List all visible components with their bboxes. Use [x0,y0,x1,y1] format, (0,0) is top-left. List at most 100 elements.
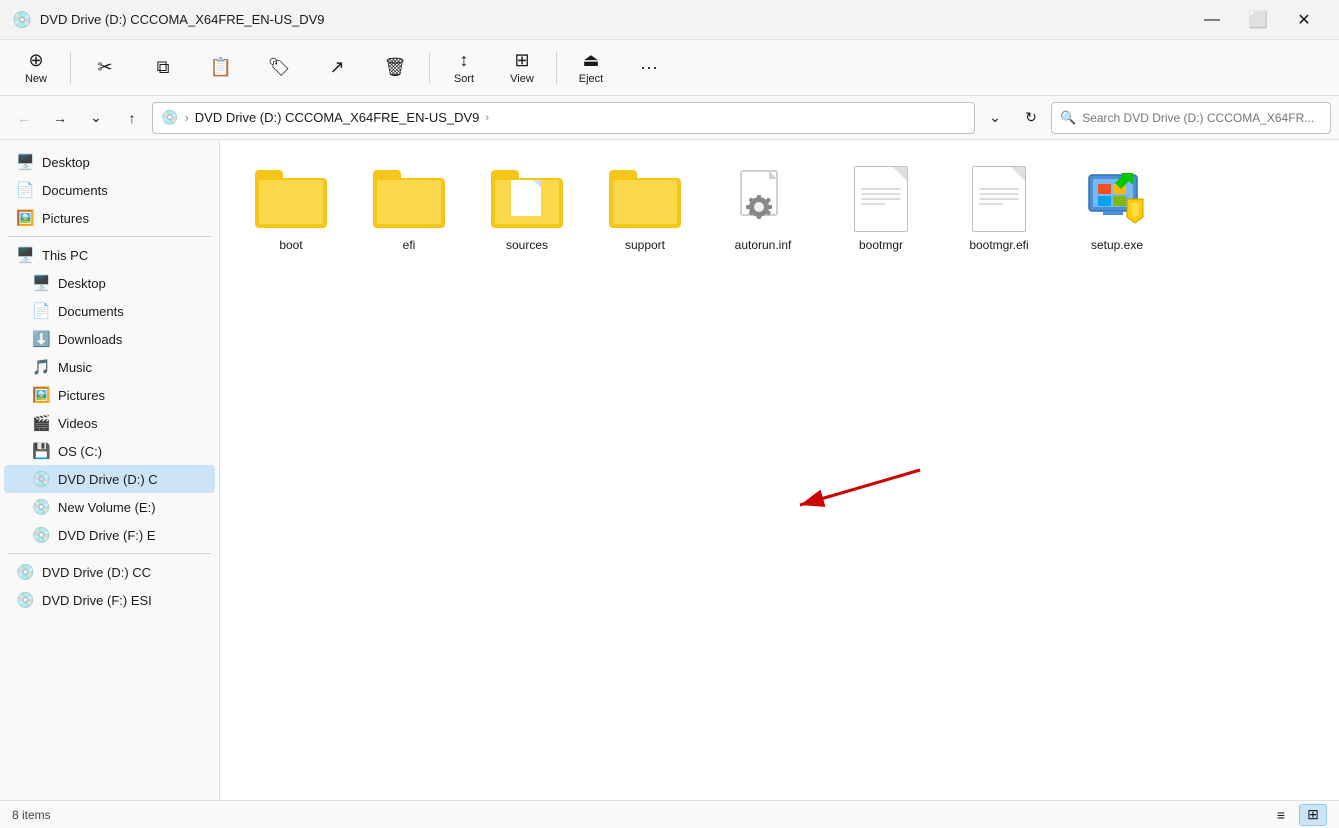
new-volume-icon: 💿 [32,498,50,516]
sidebar-item-videos[interactable]: 🎬 Videos [4,409,215,437]
sidebar-item-pictures[interactable]: 🖼️ Pictures [4,381,215,409]
sidebar-item-label: Pictures [42,211,89,226]
dvd-d-root-icon: 💿 [16,563,34,581]
file-item-support[interactable]: support [590,156,700,260]
sidebar-item-label: OS (C:) [58,444,102,459]
documents-quick-icon: 📄 [16,181,34,199]
view-toggle-group: ≡ ⊞ [1267,804,1327,826]
setup-label: setup.exe [1091,238,1143,252]
back-button[interactable]: ← [8,102,40,134]
rename-icon: 🏷 [268,57,291,78]
sidebar-item-desktop-quick[interactable]: 🖥️ Desktop [4,148,215,176]
address-drive-icon: 💿 [161,109,178,126]
search-box[interactable]: 🔍 [1051,102,1331,134]
dvd-f-icon: 💿 [32,526,50,544]
window-title: DVD Drive (D:) CCCOMA_X64FRE_EN-US_DV9 [40,12,1189,27]
details-view-button[interactable]: ≡ [1267,804,1295,826]
file-item-boot[interactable]: boot [236,156,346,260]
file-item-autorun[interactable]: autorun.inf [708,156,818,260]
sidebar-item-dvd-d-root[interactable]: 💿 DVD Drive (D:) CC [4,558,215,586]
copy-icon: ⧉ [157,57,170,78]
sort-button[interactable]: ↕ Sort [436,44,492,92]
sidebar-item-pictures-quick[interactable]: 🖼️ Pictures [4,204,215,232]
bootmgr-label: bootmgr [859,238,903,252]
desktop-quick-icon: 🖥️ [16,153,34,171]
sidebar-item-label: Desktop [42,155,90,170]
file-item-setup[interactable]: setup.exe [1062,156,1172,260]
sidebar-item-label: Documents [58,304,124,319]
file-item-sources[interactable]: sources [472,156,582,260]
sidebar-item-label: Music [58,360,92,375]
file-item-bootmgrefi[interactable]: bootmgr.efi [944,156,1054,260]
main-container: 🖥️ Desktop 📄 Documents 🖼️ Pictures 🖥️ Th… [0,140,1339,800]
boot-label: boot [279,238,302,252]
sidebar-item-dvd-d[interactable]: 💿 DVD Drive (D:) C [4,465,215,493]
view-button[interactable]: ⊞ View [494,44,550,92]
share-button[interactable]: ↗ [309,44,365,92]
sidebar-item-os-c[interactable]: 💾 OS (C:) [4,437,215,465]
sidebar-item-label: DVD Drive (D:) C [58,472,158,487]
files-grid: boot efi [236,156,1323,260]
new-icon: ⊕ [28,50,43,71]
window-icon: 💿 [12,10,32,30]
sidebar-item-desktop[interactable]: 🖥️ Desktop [4,269,215,297]
paste-button[interactable]: 📋 [193,44,249,92]
sidebar-item-dvd-f-root[interactable]: 💿 DVD Drive (F:) ESI [4,586,215,614]
rename-button[interactable]: 🏷 [251,44,307,92]
close-button[interactable]: ✕ [1281,0,1327,40]
bootmgr-icon-area [841,164,921,234]
up-button[interactable]: ↑ [116,102,148,134]
pictures-quick-icon: 🖼️ [16,209,34,227]
bootmgr-doc-icon [854,166,908,232]
sidebar-item-new-volume[interactable]: 💿 New Volume (E:) [4,493,215,521]
sidebar-item-music[interactable]: 🎵 Music [4,353,215,381]
dropdown-history-button[interactable]: ⌄ [80,102,112,134]
maximize-button[interactable]: ⬜ [1235,0,1281,40]
arrow-annotation [740,450,940,533]
minimize-button[interactable]: — [1189,0,1235,40]
more-button[interactable]: ··· [621,44,677,92]
sidebar-item-label: New Volume (E:) [58,500,156,515]
sidebar-item-documents-quick[interactable]: 📄 Documents [4,176,215,204]
sidebar-item-label: Documents [42,183,108,198]
paste-icon: 📋 [210,57,232,78]
title-bar: 💿 DVD Drive (D:) CCCOMA_X64FRE_EN-US_DV9… [0,0,1339,40]
dvd-d-icon: 💿 [32,470,50,488]
separator-1 [70,52,71,84]
efi-folder-icon [373,170,445,228]
sort-label: Sort [454,73,474,85]
sidebar-item-downloads[interactable]: ⬇️ Downloads [4,325,215,353]
address-end-chevron: › [485,112,489,124]
copy-button[interactable]: ⧉ [135,44,191,92]
autorun-label: autorun.inf [735,238,792,252]
cut-icon: ✂ [97,57,112,78]
view-label: View [510,73,534,85]
file-item-bootmgr[interactable]: bootmgr [826,156,936,260]
delete-button[interactable]: 🗑 [367,44,423,92]
sidebar-item-dvd-f[interactable]: 💿 DVD Drive (F:) E [4,521,215,549]
sidebar-item-documents[interactable]: 📄 Documents [4,297,215,325]
sort-icon: ↕ [460,50,469,71]
address-dropdown-button[interactable]: ⌄ [979,102,1011,134]
sidebar: 🖥️ Desktop 📄 Documents 🖼️ Pictures 🖥️ Th… [0,140,220,800]
new-button[interactable]: ⊕ New [8,44,64,92]
search-input[interactable] [1082,111,1322,125]
sources-label: sources [506,238,548,252]
autorun-inf-icon [733,169,793,229]
title-bar-controls: — ⬜ ✕ [1189,0,1327,40]
toolbar: ⊕ New ✂ ⧉ 📋 🏷 ↗ 🗑 ↕ Sort ⊞ View ⏏ Eject … [0,40,1339,96]
desktop-icon: 🖥️ [32,274,50,292]
sidebar-item-label: Downloads [58,332,122,347]
sidebar-item-this-pc[interactable]: 🖥️ This PC [4,241,215,269]
dvd-f-root-icon: 💿 [16,591,34,609]
file-item-efi[interactable]: efi [354,156,464,260]
sidebar-item-label: Desktop [58,276,106,291]
forward-button[interactable]: → [44,102,76,134]
pictures-icon: 🖼️ [32,386,50,404]
cut-button[interactable]: ✂ [77,44,133,92]
eject-icon: ⏏ [582,50,599,71]
refresh-button[interactable]: ↻ [1015,102,1047,134]
eject-button[interactable]: ⏏ Eject [563,44,619,92]
address-bar[interactable]: 💿 › DVD Drive (D:) CCCOMA_X64FRE_EN-US_D… [152,102,975,134]
tiles-view-button[interactable]: ⊞ [1299,804,1327,826]
